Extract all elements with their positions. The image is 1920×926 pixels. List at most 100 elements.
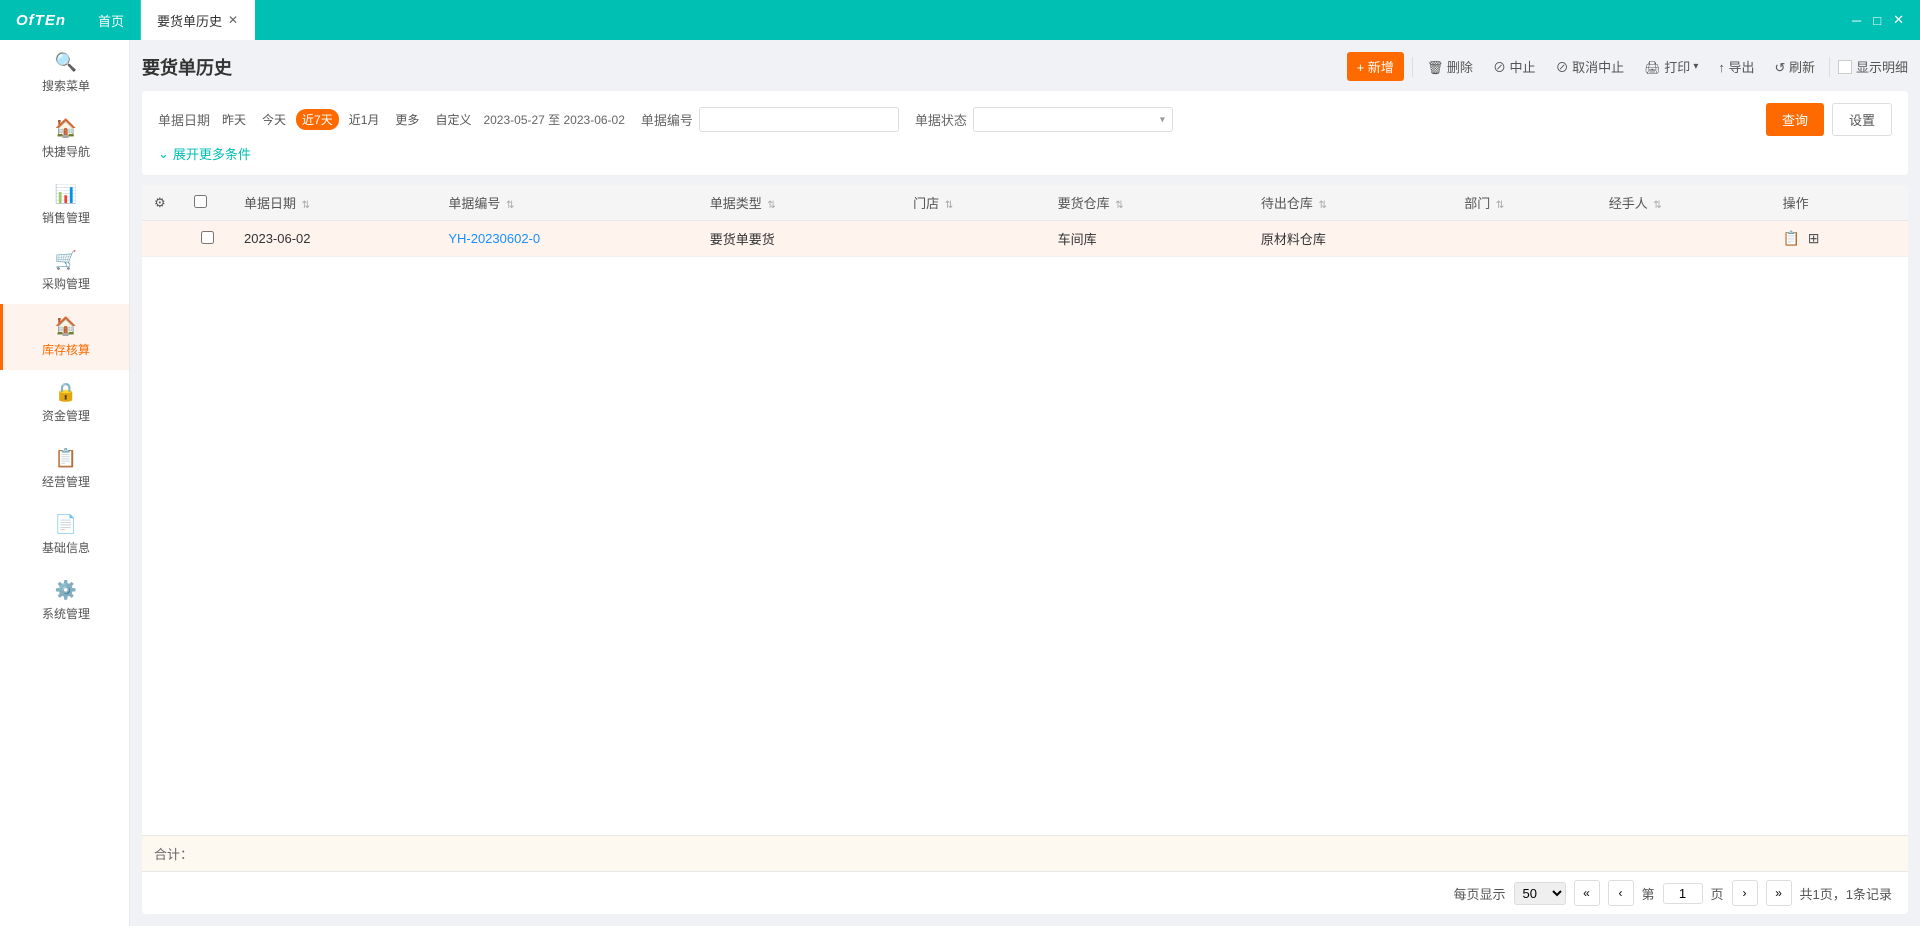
last-page-btn[interactable]: »: [1766, 880, 1792, 906]
col-req-warehouse-label: 要货仓库: [1058, 196, 1110, 211]
sort-icon-department: ⇅: [1496, 200, 1504, 211]
cancel-stop-button[interactable]: ⊘ 取消中止: [1550, 53, 1631, 80]
sort-icon-pending-warehouse: ⇅: [1319, 200, 1327, 211]
pagination-bar: 每页显示 50 20 100 « ‹ 第 页 › » 共1页，1条记录: [142, 871, 1908, 914]
add-button[interactable]: + 新增: [1347, 52, 1404, 81]
col-checkbox: [182, 185, 232, 221]
sidebar-label-inventory: 库存核算: [42, 341, 90, 358]
sidebar-label-search-menu: 搜索菜单: [42, 77, 90, 94]
tab-requisition-history[interactable]: 要货单历史 ✕: [141, 0, 255, 40]
status-select[interactable]: [973, 107, 1173, 132]
top-bar-tabs: 首页 要货单历史 ✕: [82, 0, 255, 40]
date-filter-label: 单据日期: [158, 110, 210, 129]
total-info: 共1页，1条记录: [1800, 884, 1892, 903]
sidebar-item-search-menu[interactable]: 🔍 搜索菜单: [0, 40, 129, 106]
minimize-btn[interactable]: ─: [1852, 13, 1861, 28]
expand-more-label: 展开更多条件: [173, 144, 251, 163]
date-range-display: 2023-05-27 至 2023-06-02: [483, 111, 624, 128]
chart-icon: 📊: [55, 184, 77, 205]
col-bill-date[interactable]: 单据日期 ⇅: [232, 185, 436, 221]
inventory-icon: 🏠: [55, 316, 77, 337]
sidebar-item-inventory[interactable]: 🏠 库存核算: [0, 304, 129, 370]
settings-button[interactable]: 设置: [1832, 103, 1892, 136]
refresh-button[interactable]: ↺ 刷新: [1768, 53, 1821, 80]
delete-button[interactable]: 🗑 删除: [1421, 53, 1479, 80]
footer-total-label: 合计：: [154, 847, 193, 862]
export-button[interactable]: ↑ 导出: [1712, 53, 1760, 80]
sidebar-item-sales-mgmt[interactable]: 📊 销售管理: [0, 172, 129, 238]
print-dropdown-icon[interactable]: ▾: [1693, 61, 1698, 72]
sidebar-item-basic-info[interactable]: 📄 基础信息: [0, 502, 129, 568]
sidebar-item-operations-mgmt[interactable]: 📋 经营管理: [0, 436, 129, 502]
col-pending-warehouse[interactable]: 待出仓库 ⇅: [1249, 185, 1452, 221]
next-page-btn[interactable]: ›: [1732, 880, 1758, 906]
row-edit-icon[interactable]: 📋: [1783, 230, 1800, 246]
sidebar-label-quick-nav: 快捷导航: [42, 143, 90, 160]
content-area: 要货单历史 + 新增 🗑 删除 ⊘ 中止 ⊘ 取消中止 🖨 打印 ▾ ↑ 导出 …: [130, 40, 1920, 926]
row-settings: [142, 221, 182, 257]
first-page-btn[interactable]: «: [1574, 880, 1600, 906]
date-btn-custom[interactable]: 自定义: [429, 109, 477, 130]
prev-page-btn[interactable]: ‹: [1608, 880, 1634, 906]
col-department[interactable]: 部门 ⇅: [1452, 185, 1597, 221]
sort-icon-handler: ⇅: [1653, 200, 1661, 211]
tab-close-icon[interactable]: ✕: [228, 13, 238, 27]
row-detail-icon[interactable]: ⊞: [1808, 230, 1820, 246]
col-bill-type[interactable]: 单据类型 ⇅: [698, 185, 901, 221]
query-button[interactable]: 查询: [1766, 103, 1824, 136]
page-number-input[interactable]: [1663, 883, 1703, 904]
goto-label: 第: [1642, 884, 1655, 903]
table-body: 2023-06-02 YH-20230602-0 要货单要货 车间库 原材料仓库: [142, 221, 1908, 257]
sidebar-item-system-mgmt[interactable]: ⚙️ 系统管理: [0, 568, 129, 634]
col-bill-type-label: 单据类型: [710, 196, 762, 211]
bill-no-input[interactable]: [699, 107, 899, 132]
gear-icon: ⚙️: [55, 580, 77, 601]
sort-icon-shop: ⇅: [945, 200, 953, 211]
sidebar-item-purchase-mgmt[interactable]: 🛒 采购管理: [0, 238, 129, 304]
row-bill-date: 2023-06-02: [232, 221, 436, 257]
stop-button[interactable]: ⊘ 中止: [1487, 53, 1542, 80]
sort-icon-req-warehouse: ⇅: [1115, 200, 1123, 211]
row-action: 📋 ⊞: [1771, 221, 1908, 257]
col-settings[interactable]: ⚙: [142, 185, 182, 221]
sidebar-item-finance-mgmt[interactable]: 🔒 资金管理: [0, 370, 129, 436]
col-shop[interactable]: 门店 ⇅: [901, 185, 1046, 221]
table-footer-sum: 合计：: [142, 835, 1908, 871]
top-bar-controls: ─ □ ✕: [1852, 12, 1920, 28]
col-handler[interactable]: 经手人 ⇅: [1597, 185, 1771, 221]
date-btn-yesterday[interactable]: 昨天: [216, 109, 252, 130]
maximize-btn[interactable]: □: [1873, 13, 1881, 28]
bill-no-filter: 单据编号: [641, 107, 899, 132]
page-size-select[interactable]: 50 20 100: [1514, 882, 1566, 905]
date-btn-today[interactable]: 今天: [256, 109, 292, 130]
date-btn-1month[interactable]: 近1月: [343, 109, 386, 130]
col-action-label: 操作: [1783, 196, 1809, 211]
col-req-warehouse[interactable]: 要货仓库 ⇅: [1046, 185, 1249, 221]
col-action: 操作: [1771, 185, 1908, 221]
expand-more-btn[interactable]: ⌄ 展开更多条件: [158, 144, 1892, 163]
show-detail-toggle[interactable]: 显示明细: [1838, 57, 1908, 76]
main-layout: 🔍 搜索菜单 🏠 快捷导航 📊 销售管理 🛒 采购管理 🏠 库存核算 🔒 资金管…: [0, 40, 1920, 926]
date-btn-more[interactable]: 更多: [389, 109, 425, 130]
select-all-checkbox[interactable]: [194, 195, 207, 208]
row-department: [1452, 221, 1597, 257]
col-handler-label: 经手人: [1609, 196, 1648, 211]
table-card: ⚙ 单据日期 ⇅ 单据编号 ⇅: [142, 185, 1908, 914]
col-bill-no[interactable]: 单据编号 ⇅: [436, 185, 697, 221]
print-button[interactable]: 🖨 打印 ▾: [1638, 53, 1704, 80]
bill-no-link[interactable]: YH-20230602-0: [448, 231, 540, 246]
filter-card: 单据日期 昨天 今天 近7天 近1月 更多 自定义 2023-05-27 至 2…: [142, 91, 1908, 175]
sort-icon-bill-no: ⇅: [506, 200, 514, 211]
row-checkbox[interactable]: [201, 231, 214, 244]
status-filter: 单据状态 ▾: [915, 107, 1173, 132]
show-detail-checkbox[interactable]: [1838, 60, 1852, 74]
table-header: ⚙ 单据日期 ⇅ 单据编号 ⇅: [142, 185, 1908, 221]
toolbar-divider-1: [1412, 57, 1413, 77]
page-header: 要货单历史 + 新增 🗑 删除 ⊘ 中止 ⊘ 取消中止 🖨 打印 ▾ ↑ 导出 …: [142, 52, 1908, 81]
status-label: 单据状态: [915, 110, 967, 129]
lock-icon: 🔒: [55, 382, 77, 403]
tab-home[interactable]: 首页: [82, 0, 141, 40]
close-btn[interactable]: ✕: [1893, 12, 1904, 28]
date-btn-7days[interactable]: 近7天: [296, 109, 339, 130]
sidebar-item-quick-nav[interactable]: 🏠 快捷导航: [0, 106, 129, 172]
